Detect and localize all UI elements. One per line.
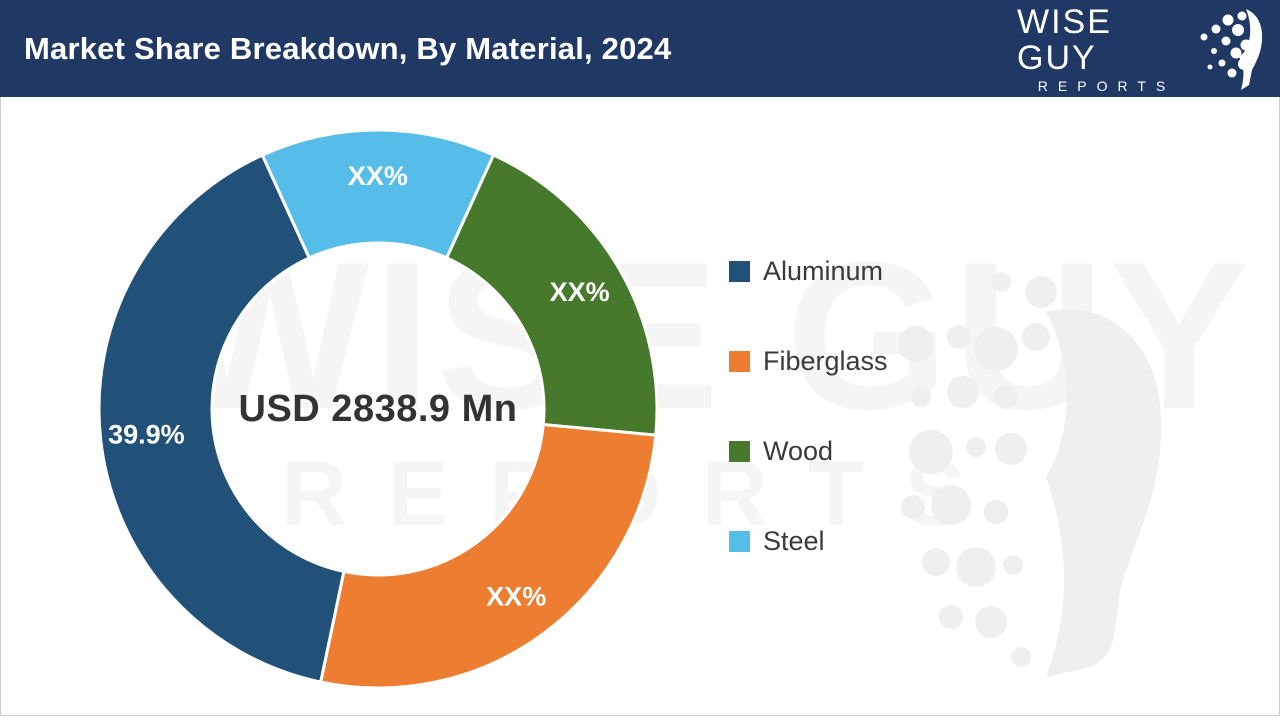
page-title: Market Share Breakdown, By Material, 202…	[24, 30, 672, 66]
brand-wordmark: WISE GUY REPORTS	[1017, 4, 1190, 94]
slice-value-wood: XX%	[550, 277, 610, 307]
donut-slice-fiberglass	[318, 422, 658, 690]
brand-logo: WISE GUY REPORTS	[1017, 4, 1262, 94]
header-bar: Market Share Breakdown, By Material, 202…	[0, 0, 1280, 97]
slice-value-steel: XX%	[348, 161, 408, 191]
slice-value-fiberglass: XX%	[486, 582, 546, 612]
brand-subtitle: REPORTS	[1037, 78, 1176, 94]
donut-chart: XX% XX% XX% 39.9%	[97, 128, 659, 690]
chart-center-value: USD 2838.9 Mn	[238, 388, 518, 430]
slice-value-aluminum: 39.9%	[108, 420, 185, 450]
brand-face-dots-icon	[1200, 9, 1262, 90]
brand-name: WISE GUY	[1017, 3, 1112, 77]
report-page: WISE GUY REPORTS Aluminum Fibergla	[0, 0, 1280, 720]
